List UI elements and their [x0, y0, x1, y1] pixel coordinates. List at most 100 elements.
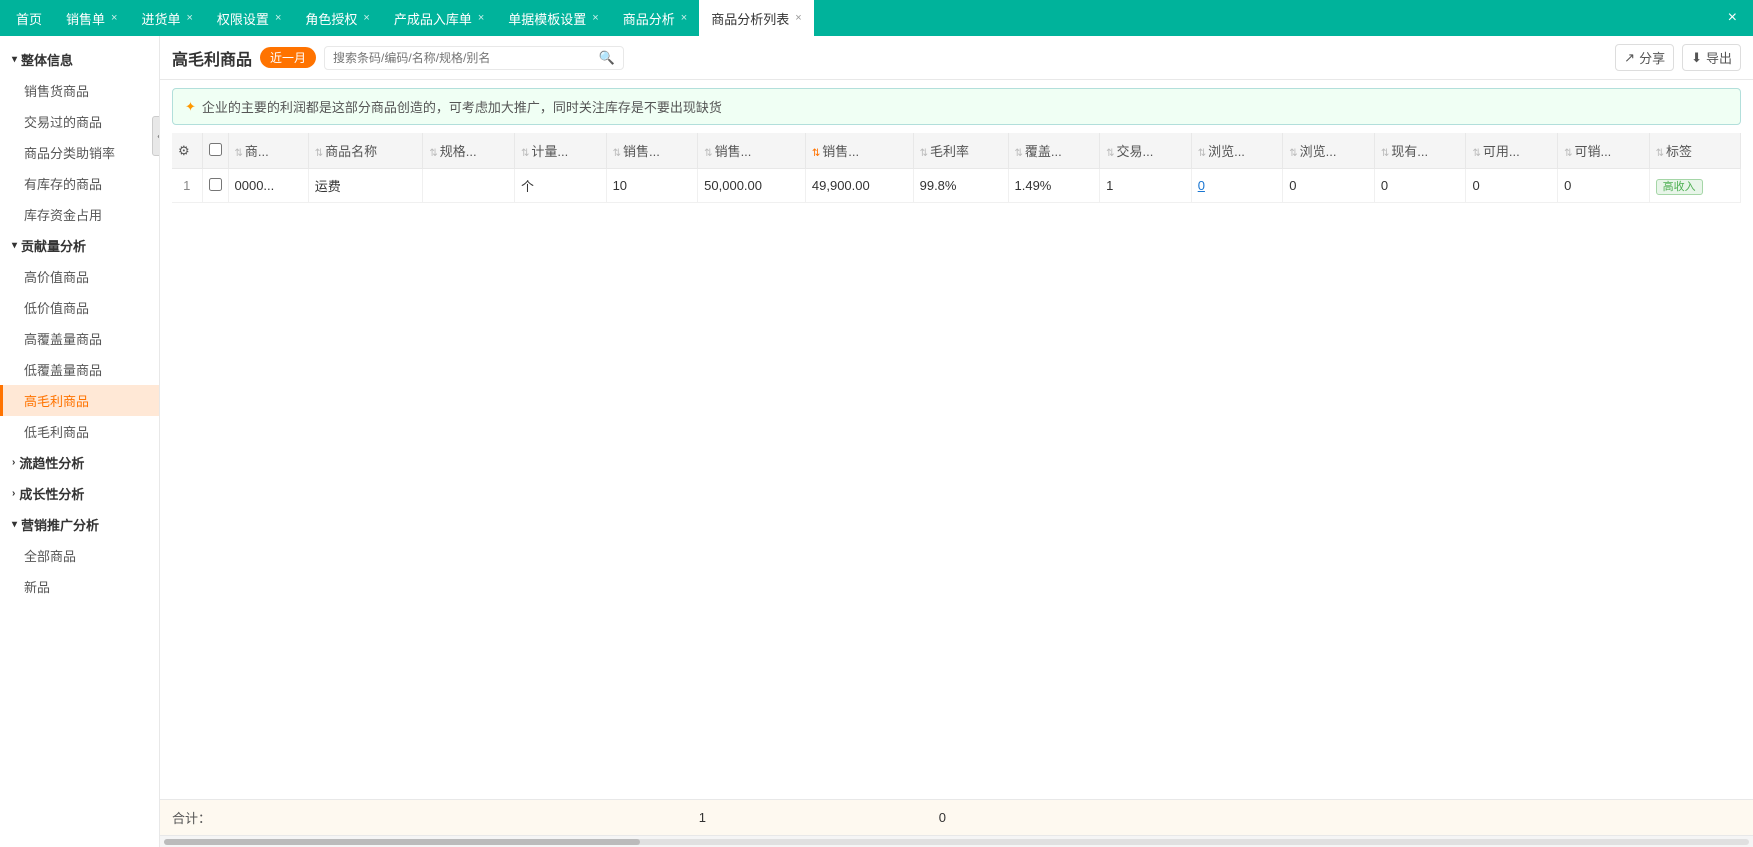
sidebar-item-high-value[interactable]: 高价值商品: [0, 261, 159, 292]
col-sales-amount[interactable]: ⇅销售...: [698, 133, 806, 169]
table-wrapper[interactable]: ⚙ ⇅商... ⇅商品名称 ⇅规格... ⇅计量... ⇅销售... ⇅销售..…: [160, 133, 1753, 799]
footer-cell-stock: [1112, 810, 1192, 825]
sidebar-item-new-goods[interactable]: 新品: [0, 571, 159, 602]
col-saleable[interactable]: ⇅可销...: [1558, 133, 1650, 169]
collapse-arrow-trend: ›: [12, 457, 15, 468]
footer-cell-transaction: 0: [872, 810, 952, 825]
sidebar-group-growth[interactable]: › 成长性分析: [0, 478, 159, 509]
data-table: ⚙ ⇅商... ⇅商品名称 ⇅规格... ⇅计量... ⇅销售... ⇅销售..…: [172, 133, 1741, 203]
search-input[interactable]: [333, 51, 599, 65]
col-settings[interactable]: ⚙: [172, 133, 202, 169]
nav-sales[interactable]: 销售单 ×: [54, 0, 129, 36]
col-code[interactable]: ⇅商...: [228, 133, 308, 169]
close-product-inbound-tab[interactable]: ×: [478, 12, 484, 24]
page-title: 高毛利商品: [172, 46, 252, 70]
sidebar-item-sales-goods[interactable]: 销售货商品: [0, 75, 159, 106]
row-browse2: 0: [1283, 169, 1375, 203]
scrollbar-track[interactable]: [164, 839, 1749, 845]
sidebar-item-low-margin[interactable]: 低毛利商品: [0, 416, 159, 447]
footer-cell-available: [1192, 810, 1272, 825]
close-role-tab[interactable]: ×: [363, 12, 369, 24]
collapse-arrow-growth: ›: [12, 488, 15, 499]
sidebar-item-high-margin[interactable]: 高毛利商品: [0, 385, 159, 416]
close-purchase-tab[interactable]: ×: [186, 12, 192, 24]
main-area: « ▾ 整体信息 销售货商品 交易过的商品 商品分类助销率 有库存的商品 库存资…: [0, 36, 1753, 847]
content-header: 高毛利商品 近一月 🔍 ↗ 分享 ⬇ 导出: [160, 36, 1753, 80]
row-unit: 个: [514, 169, 606, 203]
sidebar-item-stock-capital[interactable]: 库存资金占用: [0, 199, 159, 230]
col-sales-profit[interactable]: ⇅销售...: [805, 133, 913, 169]
search-icon[interactable]: 🔍: [599, 50, 615, 66]
share-button[interactable]: ↗ 分享: [1615, 44, 1674, 71]
sidebar-item-category-rate[interactable]: 商品分类助销率: [0, 137, 159, 168]
row-browse1[interactable]: 0: [1191, 169, 1283, 203]
row-saleable: 0: [1558, 169, 1650, 203]
sidebar-collapse-button[interactable]: «: [152, 116, 160, 156]
close-analysis-list-tab[interactable]: ×: [795, 12, 801, 24]
row-checkbox-cell[interactable]: [202, 169, 228, 203]
sidebar-item-all-goods[interactable]: 全部商品: [0, 540, 159, 571]
sidebar-group-contribution[interactable]: ▾ 贡献量分析: [0, 230, 159, 261]
horizontal-scrollbar[interactable]: [160, 835, 1753, 847]
scrollbar-thumb[interactable]: [164, 839, 640, 845]
row-sales-qty: 10: [606, 169, 698, 203]
footer-cell-sales-profit: 1: [632, 810, 712, 825]
row-sales-profit: 49,900.00: [805, 169, 913, 203]
filter-recent-month-button[interactable]: 近一月: [260, 47, 316, 68]
sidebar-item-traded-goods[interactable]: 交易过的商品: [0, 106, 159, 137]
nav-home[interactable]: 首页: [4, 0, 54, 36]
nav-role[interactable]: 角色授权 ×: [293, 0, 381, 36]
nav-template[interactable]: 单据模板设置 ×: [496, 0, 610, 36]
sidebar: « ▾ 整体信息 销售货商品 交易过的商品 商品分类助销率 有库存的商品 库存资…: [0, 36, 160, 847]
col-browse2[interactable]: ⇅浏览...: [1283, 133, 1375, 169]
close-permission-tab[interactable]: ×: [275, 12, 281, 24]
window-close-button[interactable]: ×: [1716, 9, 1749, 27]
footer-cell-coverage: [792, 810, 872, 825]
row-code: 0000...: [228, 169, 308, 203]
collapse-arrow-overall: ▾: [12, 54, 17, 65]
close-template-tab[interactable]: ×: [592, 12, 598, 24]
export-button[interactable]: ⬇ 导出: [1682, 44, 1741, 71]
row-gross-margin: 99.8%: [913, 169, 1008, 203]
close-product-analysis-tab[interactable]: ×: [681, 12, 687, 24]
nav-purchase[interactable]: 进货单 ×: [129, 0, 204, 36]
footer-cell-sales-qty: [472, 810, 552, 825]
col-sales-qty[interactable]: ⇅销售...: [606, 133, 698, 169]
col-gross-margin[interactable]: ⇅毛利率: [913, 133, 1008, 169]
nav-product-inbound[interactable]: 产成品入库单 ×: [382, 0, 496, 36]
sidebar-group-trend[interactable]: › 流趋性分析: [0, 447, 159, 478]
row-sales-amount: 50,000.00: [698, 169, 806, 203]
col-browse1[interactable]: ⇅浏览...: [1191, 133, 1283, 169]
footer-cell-sales-amount: [552, 810, 632, 825]
nav-product-analysis[interactable]: 商品分析 ×: [611, 0, 699, 36]
col-tag[interactable]: ⇅标签: [1649, 133, 1740, 169]
settings-icon: ⚙: [178, 143, 190, 158]
export-icon: ⬇: [1691, 50, 1702, 66]
nav-permission[interactable]: 权限设置 ×: [205, 0, 293, 36]
table-header-row: ⚙ ⇅商... ⇅商品名称 ⇅规格... ⇅计量... ⇅销售... ⇅销售..…: [172, 133, 1741, 169]
sidebar-item-low-coverage[interactable]: 低覆盖量商品: [0, 354, 159, 385]
table-row: 1 0000... 运费: [172, 169, 1741, 203]
row-checkbox[interactable]: [209, 178, 222, 191]
collapse-arrow-marketing: ▾: [12, 519, 17, 530]
sidebar-item-stocked-goods[interactable]: 有库存的商品: [0, 168, 159, 199]
col-name[interactable]: ⇅商品名称: [308, 133, 423, 169]
sidebar-group-overall[interactable]: ▾ 整体信息: [0, 44, 159, 75]
col-current-stock[interactable]: ⇅现有...: [1374, 133, 1466, 169]
col-transaction[interactable]: ⇅交易...: [1100, 133, 1192, 169]
col-checkbox[interactable]: [202, 133, 228, 169]
sidebar-group-marketing[interactable]: ▾ 营销推广分析: [0, 509, 159, 540]
share-icon: ↗: [1624, 50, 1635, 66]
footer-cell-empty1: [232, 810, 472, 825]
select-all-checkbox[interactable]: [209, 143, 222, 156]
col-unit[interactable]: ⇅计量...: [514, 133, 606, 169]
close-sales-tab[interactable]: ×: [111, 12, 117, 24]
footer-summary: 合计： 1 0: [160, 799, 1753, 835]
col-coverage[interactable]: ⇅覆盖...: [1008, 133, 1100, 169]
col-spec[interactable]: ⇅规格...: [423, 133, 515, 169]
nav-product-analysis-list[interactable]: 商品分析列表 ×: [699, 0, 813, 36]
footer-cell-browse2: [1032, 810, 1112, 825]
sidebar-item-low-value[interactable]: 低价值商品: [0, 292, 159, 323]
sidebar-item-high-coverage[interactable]: 高覆盖量商品: [0, 323, 159, 354]
col-available[interactable]: ⇅可用...: [1466, 133, 1558, 169]
